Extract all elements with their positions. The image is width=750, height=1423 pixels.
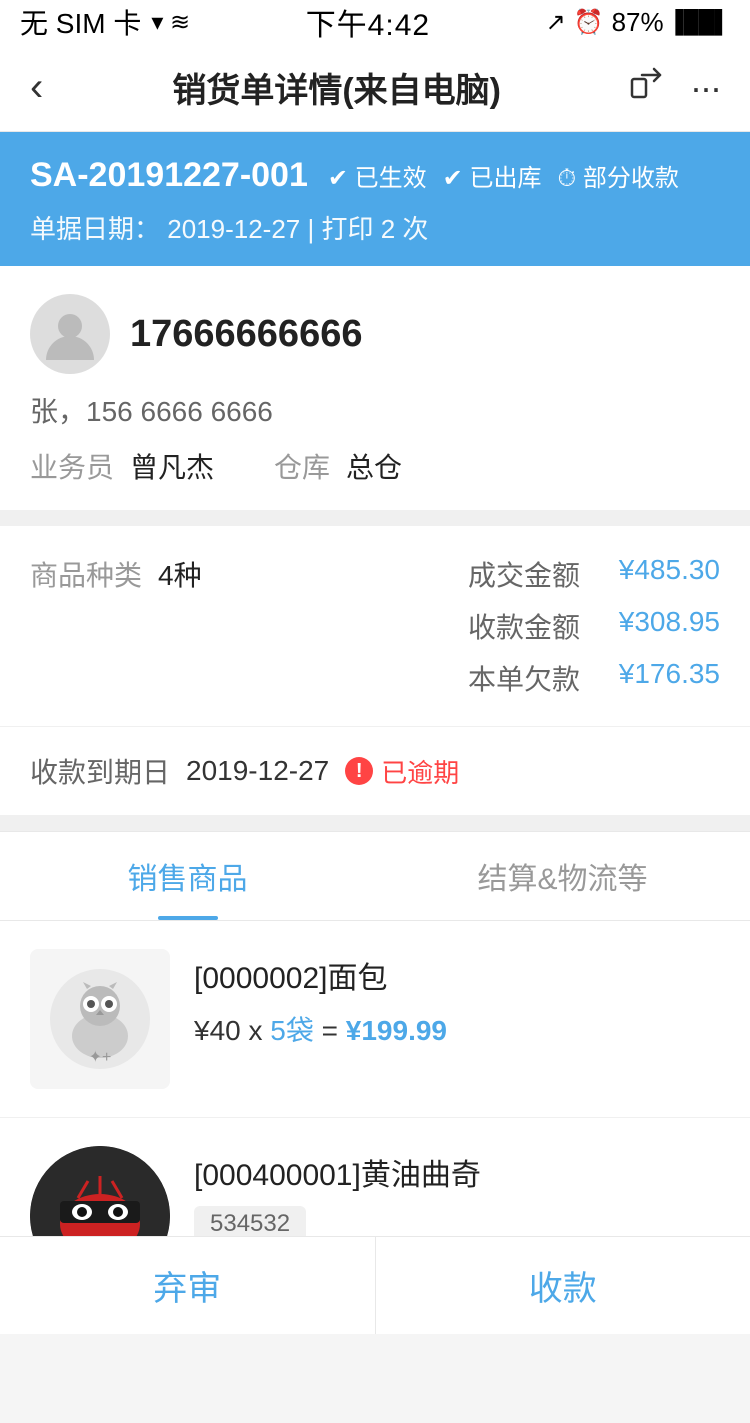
amount-row-1: 成交金额 ¥485.30 [468,554,720,594]
order-id: SA-20191227-001 [30,156,308,195]
carrier-text: 无 SIM 卡 [20,2,141,42]
tab-underline [158,916,218,920]
customer-section: 17666666666 张，156 6666 6666 业务员 曾凡杰 仓库 总… [0,266,750,510]
product-name-1: [0000002]面包 [194,953,720,997]
product-info-1: [0000002]面包 ¥40 x 5袋 = ¥199.99 [194,949,720,1049]
nav-right-actions: ··· [630,65,720,110]
more-icon[interactable]: ··· [690,67,720,109]
battery-icon: ▐██▌ [668,9,730,35]
amount-row-2: 收款金额 ¥308.95 [468,606,720,646]
warehouse-value: 总仓 [346,446,402,486]
header-banner: SA-20191227-001 ✔ 已生效 ✔ 已出库 ⏱ 部分收款 单据日期：… [0,132,750,266]
badge-active: ✔ 已生效 [328,158,427,193]
product-qty-1: 5袋 [270,1015,314,1046]
overdue-text: 已逾期 [381,753,459,790]
order-date: 2019-12-27 [167,214,300,244]
print-suffix: 次 [402,214,428,244]
alarm-icon: ⏰ [574,8,604,37]
status-right: ↗ ⏰ 87% ▐██▌ [546,7,730,38]
sales-label: 业务员 [30,446,114,486]
divider-2 [0,815,750,831]
customer-meta: 业务员 曾凡杰 仓库 总仓 [30,446,720,486]
tab-sales-products[interactable]: 销售商品 [0,832,375,920]
overdue-badge: ! 已逾期 [345,753,459,790]
cancel-review-button[interactable]: 弃审 [0,1237,376,1334]
warehouse-meta: 仓库 总仓 [274,446,402,486]
tabs-section: 销售商品 结算&物流等 [0,831,750,921]
product-name-2: [000400001]黄油曲奇 [194,1150,720,1194]
back-button[interactable]: ‹ [30,65,43,110]
warehouse-label: 仓库 [274,446,330,486]
sales-value: 曾凡杰 [130,446,214,486]
debt-label: 本单欠款 [468,658,580,698]
due-label: 收款到期日 [30,751,170,791]
print-label: 打印 [321,214,373,244]
debt-value: ¥176.35 [600,658,720,698]
customer-phone: 17666666666 [130,313,362,356]
type-value: 4种 [158,554,202,594]
battery-display: 87% ▐██▌ [612,7,730,38]
summary-left: 商品种类 4种 [30,554,202,594]
divider-1 [0,510,750,526]
received-label: 收款金额 [468,606,580,646]
collect-payment-button[interactable]: 收款 [376,1237,750,1334]
customer-name-phone: 张，156 6666 6666 [30,390,720,430]
tab-settlement-label: 结算&物流等 [477,854,647,898]
amount-label: 成交金额 [468,554,580,594]
order-id-row: SA-20191227-001 ✔ 已生效 ✔ 已出库 ⏱ 部分收款 [30,156,720,195]
received-value: ¥308.95 [600,606,720,646]
summary-row: 商品种类 4种 成交金额 ¥485.30 收款金额 ¥308.95 本单欠款 ¥… [30,554,720,698]
tab-settlement[interactable]: 结算&物流等 [375,832,750,920]
location-icon: ↗ [546,8,566,37]
bottom-bar: 弃审 收款 [0,1236,750,1334]
tabs-row: 销售商品 结算&物流等 [0,832,750,921]
tab-sales-label: 销售商品 [128,854,248,898]
due-date-section: 收款到期日 2019-12-27 ! 已逾期 [0,726,750,815]
customer-top: 17666666666 [30,294,720,374]
amount-row-3: 本单欠款 ¥176.35 [468,658,720,698]
print-count: 2 [381,214,395,244]
status-bar: 无 SIM 卡 ▾ ≋ 下午4:42 ↗ ⏰ 87% ▐██▌ [0,0,750,44]
amount-value: ¥485.30 [600,554,720,594]
summary-section: 商品种类 4种 成交金额 ¥485.30 收款金额 ¥308.95 本单欠款 ¥… [0,526,750,726]
product-price-row-1: ¥40 x 5袋 = ¥199.99 [194,1009,720,1049]
share-icon[interactable] [630,65,666,110]
svg-text:✦+: ✦+ [89,1049,112,1066]
avatar [30,294,110,374]
date-label: 单据日期： [30,214,160,244]
status-left: 无 SIM 卡 ▾ ≋ [20,2,190,42]
wifi-icon: ▾ ≋ [151,8,190,37]
product-price-1: ¥40 x [194,1015,270,1046]
sales-meta: 业务员 曾凡杰 [30,446,214,486]
page-title: 销货单详情(来自电脑) [172,63,501,112]
status-badges: ✔ 已生效 ✔ 已出库 ⏱ 部分收款 [328,158,679,193]
summary-right: 成交金额 ¥485.30 收款金额 ¥308.95 本单欠款 ¥176.35 [468,554,720,698]
product-total-1: ¥199.99 [346,1015,447,1046]
overdue-dot-icon: ! [345,757,373,785]
badge-shipped: ✔ 已出库 [443,158,542,193]
time-display: 下午4:42 [306,0,430,44]
nav-bar: ‹ 销货单详情(来自电脑) ··· [0,44,750,132]
table-row: ✦+ [0000002]面包 ¥40 x 5袋 = ¥199.99 [0,921,750,1118]
product-image-1: ✦+ [30,949,170,1089]
due-date-value: 2019-12-27 [186,755,329,787]
badge-partial: ⏱ 部分收款 [557,158,678,193]
header-date-row: 单据日期： 2019-12-27 | 打印 2 次 [30,209,720,246]
type-label: 商品种类 [30,554,142,594]
